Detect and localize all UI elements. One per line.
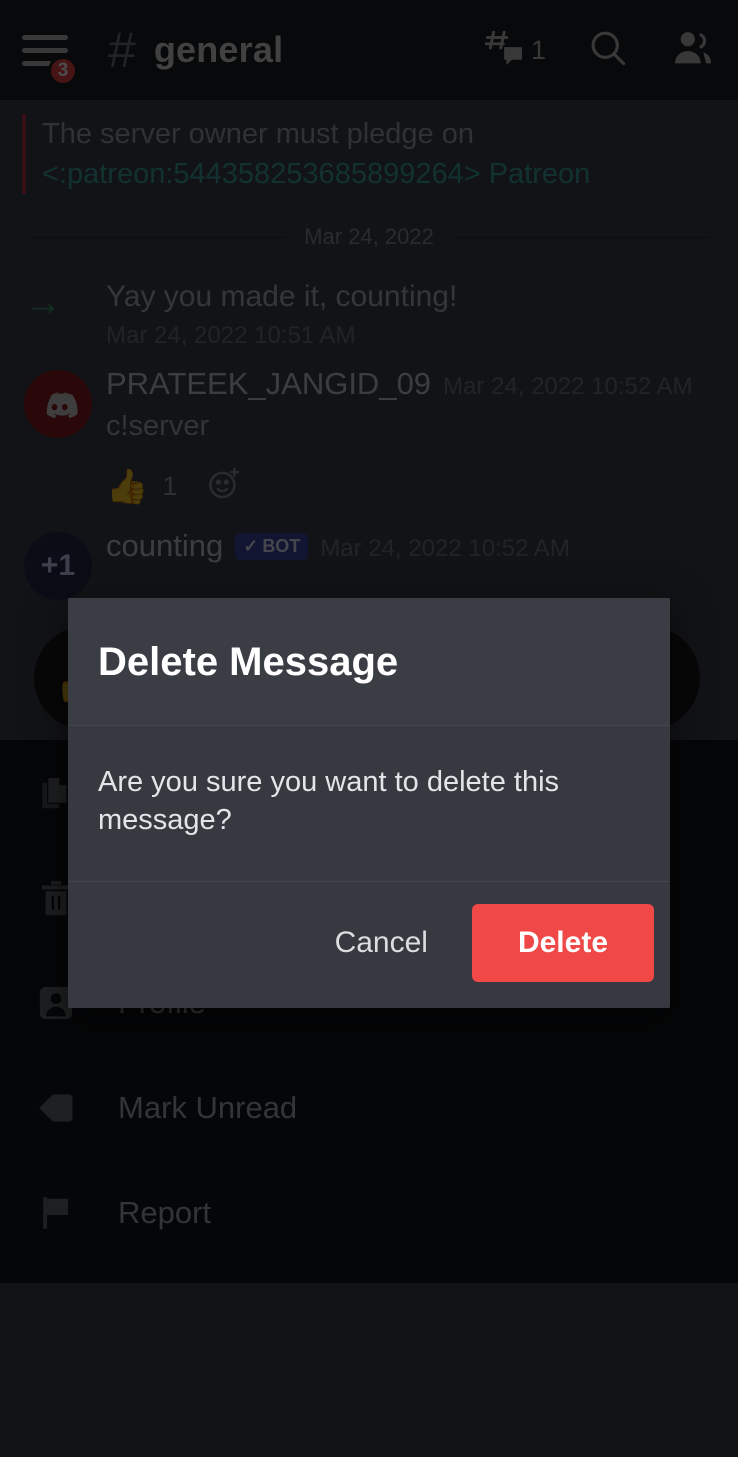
dialog-title: Delete Message: [98, 640, 399, 684]
dialog-body: Are you sure you want to delete this mes…: [68, 725, 670, 883]
cancel-button[interactable]: Cancel: [301, 906, 462, 980]
dialog-header: Delete Message: [68, 598, 670, 725]
delete-button[interactable]: Delete: [471, 904, 654, 983]
delete-message-dialog: Delete Message Are you sure you want to …: [68, 598, 670, 1009]
dialog-footer: Cancel Delete: [68, 882, 670, 1009]
discord-mobile-screen: 3 # general 1 The server owner must pled…: [0, 0, 738, 1457]
dialog-message: Are you sure you want to delete this mes…: [98, 766, 560, 836]
